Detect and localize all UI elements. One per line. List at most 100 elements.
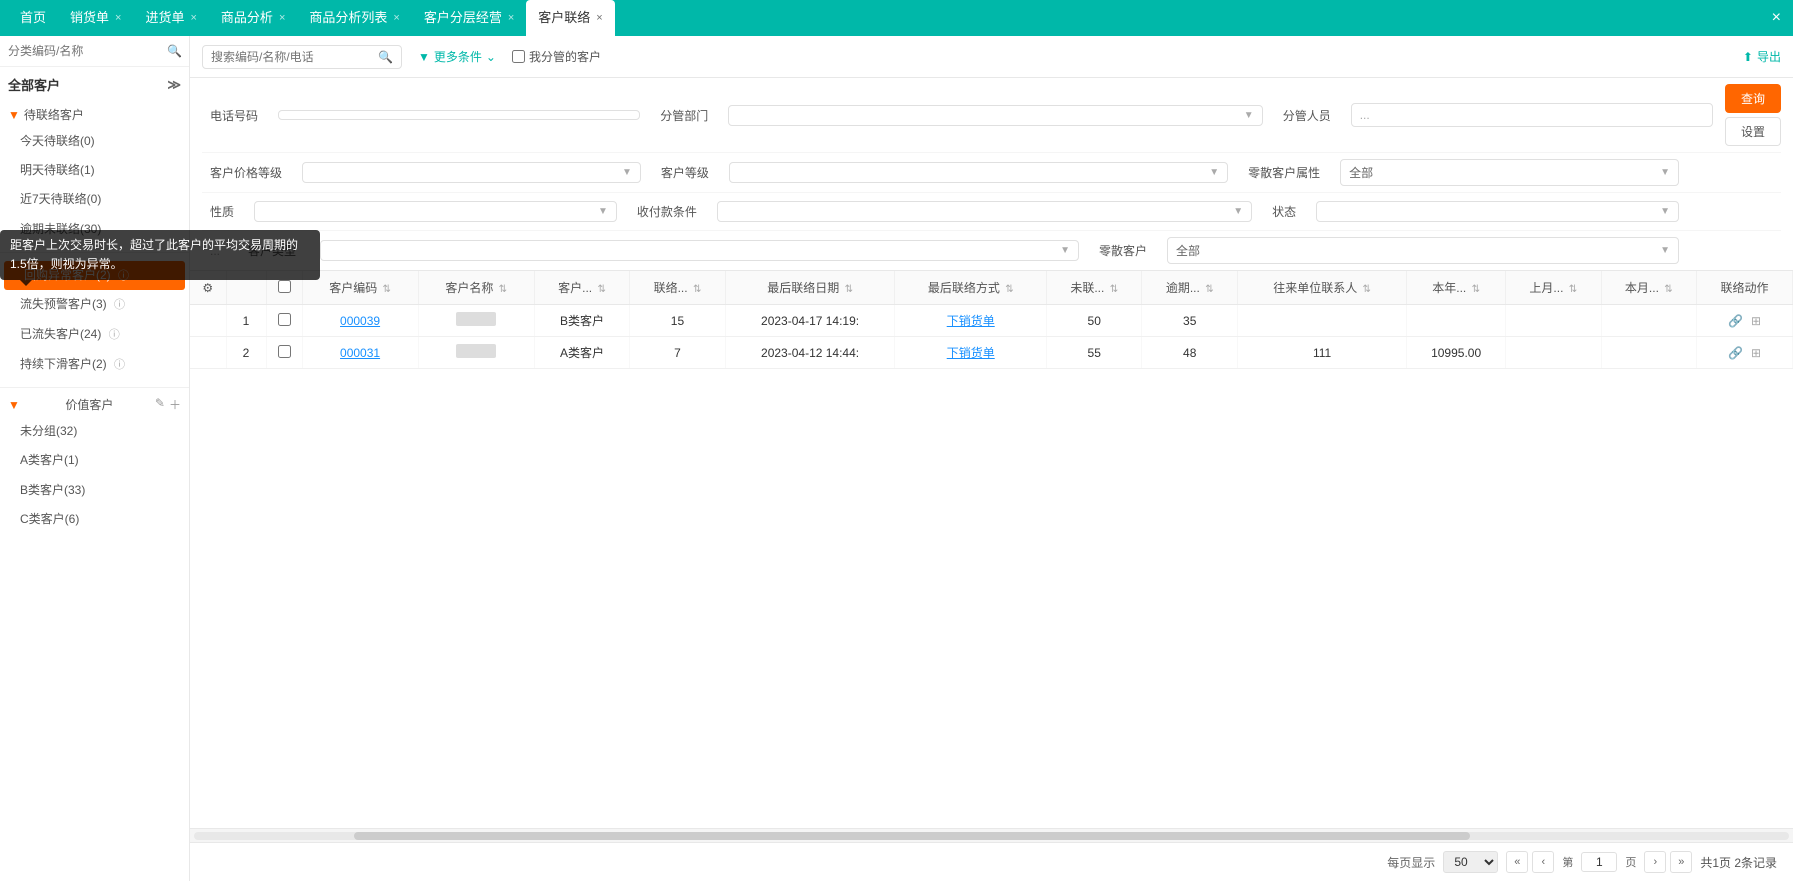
sidebar-item-ungrouped[interactable]: 未分组(32) bbox=[0, 417, 189, 446]
sidebar-item-tomorrow[interactable]: 明天待联络(1) bbox=[0, 156, 189, 185]
sort-icon[interactable]: ⇅ bbox=[1205, 284, 1213, 295]
tooltip: 距客户上次交易时长，超过了此客户的平均交易周期的1.5倍，则视为异常。 bbox=[0, 230, 190, 280]
page-label: 第 bbox=[1558, 851, 1577, 873]
sort-icon[interactable]: ⇅ bbox=[1664, 284, 1672, 295]
scrollbar-thumb[interactable] bbox=[354, 832, 1471, 840]
sort-icon[interactable]: ⇅ bbox=[383, 284, 391, 295]
sidebar-item-b-class[interactable]: B类客户(33) bbox=[0, 476, 189, 505]
sort-icon[interactable]: ⇅ bbox=[1363, 284, 1371, 295]
sidebar-search-icon[interactable]: 🔍 bbox=[167, 44, 182, 58]
next-page-btn[interactable]: › bbox=[1644, 851, 1666, 873]
close-all-tabs-icon[interactable]: × bbox=[1772, 9, 1781, 27]
more-conditions-btn[interactable]: ▼ 更多条件 ⌄ bbox=[410, 44, 504, 69]
sort-icon[interactable]: ⇅ bbox=[1569, 284, 1577, 295]
nav-close-icon[interactable]: × bbox=[393, 0, 399, 36]
edit-icon[interactable]: ✎ bbox=[155, 396, 165, 413]
nav-product-analysis-list[interactable]: 商品分析列表 × bbox=[297, 0, 411, 36]
col-customer-name: 客户名称 ⇅ bbox=[418, 271, 534, 305]
my-customers-checkbox[interactable]: 我分管的客户 bbox=[512, 48, 601, 65]
my-customers-check-input[interactable] bbox=[512, 50, 525, 63]
sidebar-item-churn-warning[interactable]: 流失预警客户(3) ⓘ bbox=[0, 290, 189, 320]
row-checkbox[interactable] bbox=[266, 305, 302, 337]
content-area: 🔍 ▼ 更多条件 ⌄ 我分管的客户 ⬆ 导出 电话号码 bbox=[190, 36, 1793, 881]
settings-button[interactable]: 设置 bbox=[1725, 117, 1781, 146]
per-page-select[interactable]: 50 20 100 bbox=[1443, 851, 1498, 873]
row-code[interactable]: 000031 bbox=[302, 337, 418, 369]
sort-icon[interactable]: ⇅ bbox=[1005, 284, 1013, 295]
export-btn[interactable]: ⬆ 导出 bbox=[1743, 48, 1781, 65]
chevron-down-icon: ▼ bbox=[1660, 167, 1670, 178]
sidebar-item-7days[interactable]: 近7天待联络(0) bbox=[0, 185, 189, 214]
sidebar-divider-2 bbox=[0, 387, 189, 388]
row-checkbox[interactable] bbox=[266, 337, 302, 369]
search-input[interactable] bbox=[211, 50, 374, 64]
gender-field[interactable]: ▼ bbox=[254, 201, 617, 222]
pending-group-title[interactable]: ▼ 待联络客户 bbox=[0, 102, 189, 127]
nav-customer-contact[interactable]: 客户联络 × bbox=[526, 0, 614, 36]
status-field[interactable]: ▼ bbox=[1316, 201, 1679, 222]
sidebar-item-today[interactable]: 今天待联络(0) bbox=[0, 127, 189, 156]
last-page-btn[interactable]: » bbox=[1670, 851, 1692, 873]
nav-close-icon[interactable]: × bbox=[596, 0, 602, 36]
more-action-icon[interactable]: ⊞ bbox=[1751, 346, 1761, 360]
customer-level-field[interactable]: ▼ bbox=[729, 162, 1228, 183]
filter-row-4: ... 客户类型 ▼ 零散客户 全部 ▼ bbox=[202, 231, 1781, 270]
collapse-sidebar-icon[interactable]: ≫ bbox=[167, 77, 181, 93]
sidebar-item-declining[interactable]: 持续下滑客户(2) ⓘ bbox=[0, 350, 189, 380]
row-code[interactable]: 000039 bbox=[302, 305, 418, 337]
horizontal-scrollbar[interactable] bbox=[190, 828, 1793, 842]
payment-field[interactable]: ▼ bbox=[717, 201, 1252, 222]
sort-icon[interactable]: ⇅ bbox=[1110, 284, 1118, 295]
nav-close-icon[interactable]: × bbox=[279, 0, 285, 36]
nav-close-icon[interactable]: × bbox=[508, 0, 514, 36]
dept-field[interactable]: ▼ bbox=[728, 105, 1262, 126]
customer-type-field[interactable]: ▼ bbox=[320, 240, 1079, 261]
col-actions: 联络动作 bbox=[1697, 271, 1793, 305]
chevron-down-icon: ▼ bbox=[598, 206, 608, 217]
row-last-method[interactable]: 下销货单 bbox=[895, 305, 1047, 337]
first-page-btn[interactable]: « bbox=[1506, 851, 1528, 873]
row-last-method[interactable]: 下销货单 bbox=[895, 337, 1047, 369]
col-level: 客户... ⇅ bbox=[534, 271, 629, 305]
row-check[interactable] bbox=[278, 345, 291, 358]
sort-icon[interactable]: ⇅ bbox=[499, 284, 507, 295]
retail-customer-field[interactable]: 全部 ▼ bbox=[1167, 237, 1679, 264]
search-icon[interactable]: 🔍 bbox=[378, 50, 393, 64]
sidebar-item-churned[interactable]: 已流失客户(24) ⓘ bbox=[0, 320, 189, 350]
prev-page-btn[interactable]: ‹ bbox=[1532, 851, 1554, 873]
nav-close-icon[interactable]: × bbox=[115, 0, 121, 36]
nav-sales-order[interactable]: 销货单 × bbox=[58, 0, 133, 36]
pagination-footer: 每页显示 50 20 100 « ‹ 第 页 › » 共1页 2条记录 bbox=[190, 842, 1793, 881]
sort-icon[interactable]: ⇅ bbox=[693, 284, 701, 295]
table-row: 2 000031 A类客户 7 2023-04-12 14:44: 下销货单 5… bbox=[190, 337, 1793, 369]
page-input[interactable] bbox=[1581, 852, 1617, 872]
nav-product-analysis[interactable]: 商品分析 × bbox=[209, 0, 297, 36]
query-button[interactable]: 查询 bbox=[1725, 84, 1781, 113]
nav-purchase-order[interactable]: 进货单 × bbox=[133, 0, 208, 36]
value-customer-group-header[interactable]: ▼ 价值客户 ✎ ＋ bbox=[0, 392, 189, 417]
contact-icon[interactable]: 🔗 bbox=[1728, 346, 1743, 360]
more-action-icon[interactable]: ⊞ bbox=[1751, 314, 1761, 328]
nav-home[interactable]: 首页 bbox=[8, 0, 58, 36]
sort-icon[interactable]: ⇅ bbox=[597, 284, 605, 295]
nav-customer-segmentation[interactable]: 客户分层经营 × bbox=[412, 0, 526, 36]
sort-icon[interactable]: ⇅ bbox=[845, 284, 853, 295]
person-field[interactable]: ... bbox=[1351, 103, 1713, 127]
price-level-field[interactable]: ▼ bbox=[302, 162, 641, 183]
sidebar-search-input[interactable] bbox=[8, 44, 163, 58]
sort-icon[interactable]: ⇅ bbox=[1472, 284, 1480, 295]
col-overdue: 逾期... ⇅ bbox=[1142, 271, 1237, 305]
col-contact-count: 联络... ⇅ bbox=[630, 271, 725, 305]
select-all-checkbox[interactable] bbox=[278, 280, 291, 293]
contact-icon[interactable]: 🔗 bbox=[1728, 314, 1743, 328]
arrow-icon: ▼ bbox=[8, 398, 20, 412]
phone-field[interactable] bbox=[278, 110, 640, 120]
col-this-year: 本年... ⇅ bbox=[1407, 271, 1506, 305]
add-icon[interactable]: ＋ bbox=[169, 396, 181, 413]
row-check[interactable] bbox=[278, 313, 291, 326]
retail-attr-field[interactable]: 全部 ▼ bbox=[1340, 159, 1679, 186]
sidebar-item-c-class[interactable]: C类客户(6) bbox=[0, 505, 189, 534]
col-last-method: 最后联络方式 ⇅ bbox=[895, 271, 1047, 305]
sidebar-item-a-class[interactable]: A类客户(1) bbox=[0, 446, 189, 475]
nav-close-icon[interactable]: × bbox=[190, 0, 196, 36]
